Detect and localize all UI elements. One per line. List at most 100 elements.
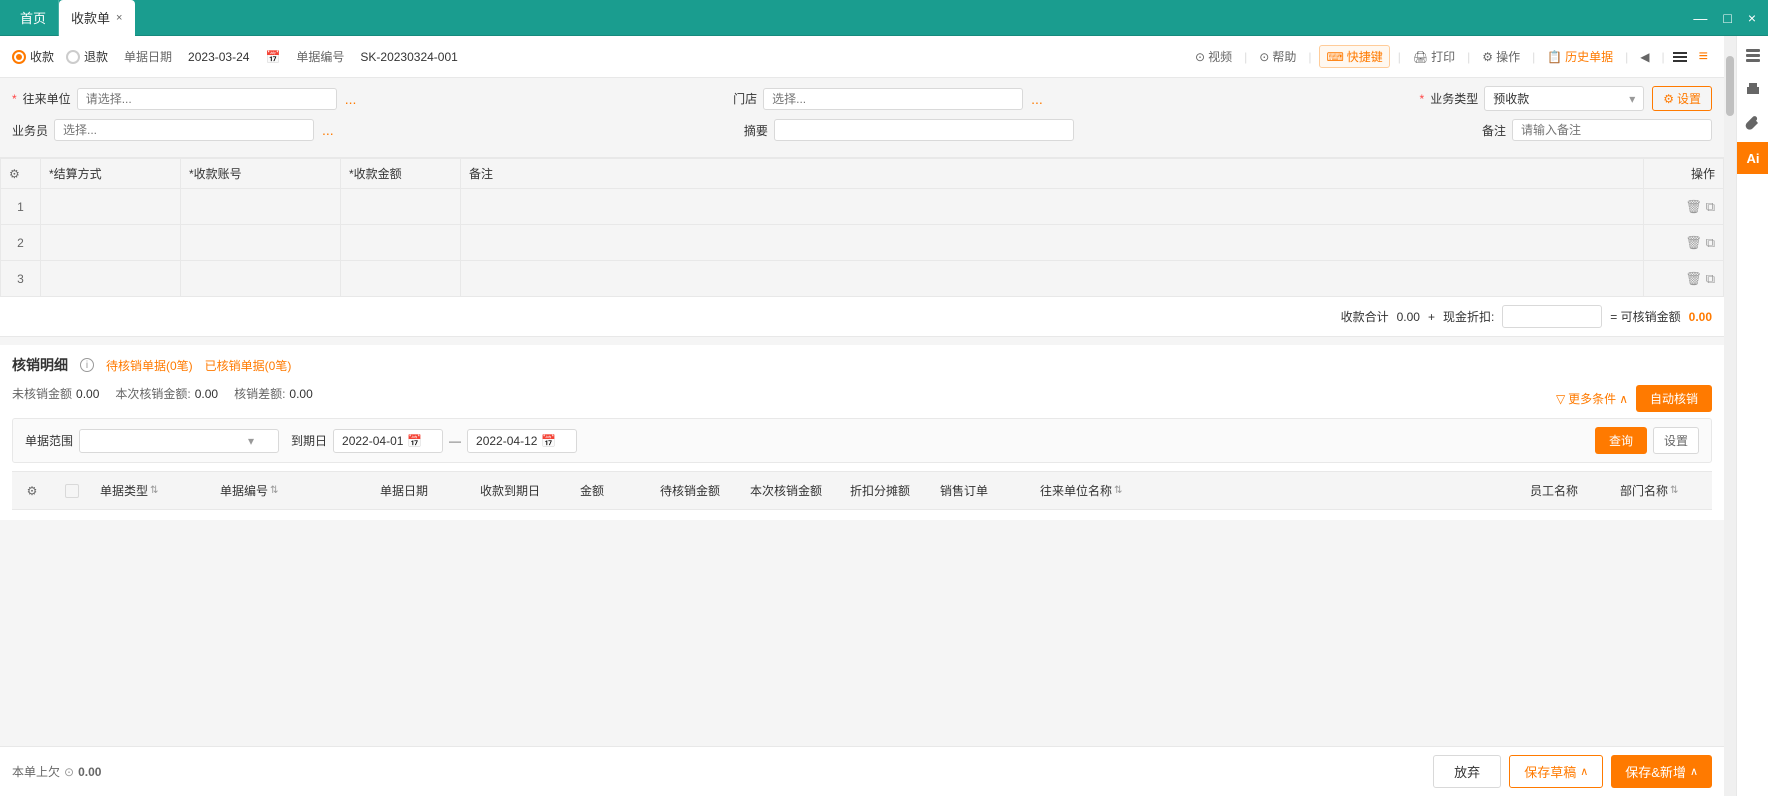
remark-3[interactable] xyxy=(461,261,1644,297)
store-label: 门店 xyxy=(733,90,757,107)
date-to-value: 2022-04-12 xyxy=(476,434,537,448)
amount-1[interactable] xyxy=(341,189,461,225)
sort-counterpart-icon[interactable]: ⇅ xyxy=(1114,485,1122,496)
print-btn[interactable]: 🖨 打印 xyxy=(1409,46,1459,67)
amount-3[interactable] xyxy=(341,261,461,297)
delete-icon-3[interactable]: 🗑 xyxy=(1685,271,1702,287)
range-label: 单据范围 xyxy=(25,432,73,449)
sidebar-table-icon[interactable] xyxy=(1737,40,1768,72)
unclear-value: 0.00 xyxy=(76,387,99,401)
save-new-btn[interactable]: 保存&新增 ∧ xyxy=(1611,755,1712,788)
info-icon[interactable]: i xyxy=(80,358,94,372)
store-input[interactable] xyxy=(763,88,1023,110)
done-tab[interactable]: 已核销单据(0笔) xyxy=(205,357,292,374)
copy-icon-2[interactable]: ⧉ xyxy=(1706,235,1715,251)
window-close-btn[interactable]: × xyxy=(1744,8,1760,28)
radio-dot-shoukuan xyxy=(12,50,26,64)
radio-tuikuan[interactable]: 退款 xyxy=(66,48,108,65)
settlement-1[interactable] xyxy=(41,189,181,225)
sort-bill-no-icon[interactable]: ⇅ xyxy=(270,485,278,496)
nav-tab-active[interactable]: 收款单 × xyxy=(59,0,135,36)
filter-settings-btn[interactable]: 设置 xyxy=(1653,427,1699,454)
date-from-input[interactable]: 2022-04-01 📅 xyxy=(333,429,443,453)
date-value: 2023-03-24 xyxy=(188,50,249,64)
account-3[interactable] xyxy=(181,261,341,297)
unclear-label: 未核销金额 xyxy=(12,385,72,402)
range-select[interactable]: ▾ xyxy=(79,429,279,453)
operations-btn[interactable]: ⚙ 操作 xyxy=(1478,46,1524,67)
th-account: *收款账号 xyxy=(181,159,341,189)
calendar-icon[interactable]: 📅 xyxy=(265,50,280,64)
filter-actions: 查询 设置 xyxy=(1595,427,1699,454)
settlement-2[interactable] xyxy=(41,225,181,261)
settings-btn[interactable]: ⚙ 设置 xyxy=(1652,86,1712,111)
biz-type-dropdown[interactable]: 预收款 ▾ xyxy=(1484,86,1644,111)
window-restore-btn[interactable]: □ xyxy=(1719,8,1735,28)
calendar-to-icon[interactable]: 📅 xyxy=(541,434,556,448)
date-to-input[interactable]: 2022-04-12 📅 xyxy=(467,429,577,453)
remark-input[interactable] xyxy=(1512,119,1712,141)
sidebar-print-icon[interactable] xyxy=(1737,74,1768,106)
shortcut-btn[interactable]: ⌨ 快捷键 xyxy=(1319,45,1389,68)
verify-stats: 未核销金额 0.00 本次核销金额: 0.00 核销差额: 0.00 xyxy=(12,385,313,402)
copy-icon-1[interactable]: ⧉ xyxy=(1706,199,1715,215)
radio-shoukuan[interactable]: 收款 xyxy=(12,48,54,65)
counterpart-input[interactable] xyxy=(77,88,337,110)
save-new-label: 保存&新增 xyxy=(1625,762,1686,781)
radio-group: 收款 退款 xyxy=(12,48,108,65)
remark-1[interactable] xyxy=(461,189,1644,225)
account-1[interactable] xyxy=(181,189,341,225)
help-btn[interactable]: ⊙ 帮助 xyxy=(1255,46,1300,67)
discard-btn[interactable]: 放弃 xyxy=(1433,755,1501,788)
th-due-date: 收款到期日 xyxy=(472,478,572,503)
menu-lines-icon[interactable] xyxy=(1673,52,1687,62)
query-btn[interactable]: 查询 xyxy=(1595,427,1647,454)
data-table: ⚙ *结算方式 *收款账号 *收款金额 备注 操作 1 xyxy=(0,158,1724,297)
top-nav: 首页 收款单 × — □ × xyxy=(0,0,1768,36)
verify-section: 核销明细 i 待核销单据(0笔) 已核销单据(0笔) 未核销金额 0.00 本次… xyxy=(0,345,1724,520)
salesperson-label: 业务员 xyxy=(12,122,48,139)
window-minimize-btn[interactable]: — xyxy=(1689,8,1711,28)
salesperson-input[interactable] xyxy=(54,119,314,141)
scroll-area xyxy=(1724,36,1736,796)
salesperson-dots-btn[interactable]: ... xyxy=(320,122,336,138)
store-dots-btn[interactable]: ... xyxy=(1029,91,1045,107)
history-btn[interactable]: 📋 历史单据 xyxy=(1543,46,1617,67)
prev-btn[interactable]: ◀ xyxy=(1636,48,1653,66)
nav-tab-home[interactable]: 首页 xyxy=(8,0,59,36)
select-all-checkbox[interactable] xyxy=(65,484,79,498)
th-bill-type: 单据类型 ⇅ xyxy=(92,478,212,503)
dropdown-arrow-icon: ▾ xyxy=(1629,92,1635,106)
th-gear-icon[interactable]: ⚙ xyxy=(27,484,38,498)
calendar-from-icon[interactable]: 📅 xyxy=(407,434,422,448)
delete-icon-2[interactable]: 🗑 xyxy=(1685,235,1702,251)
settlement-3[interactable] xyxy=(41,261,181,297)
sort-bill-type-icon[interactable]: ⇅ xyxy=(150,485,158,496)
close-tab-btn[interactable]: × xyxy=(116,12,122,24)
th-gear: ⚙ xyxy=(1,159,41,189)
save-new-arrow-icon: ∧ xyxy=(1690,765,1698,778)
save-draft-btn[interactable]: 保存草稿 ∧ xyxy=(1509,755,1603,788)
remark-2[interactable] xyxy=(461,225,1644,261)
auto-verify-btn[interactable]: 自动核销 xyxy=(1636,385,1712,412)
video-btn[interactable]: ⊙ 视频 xyxy=(1191,46,1236,67)
summary-input[interactable] xyxy=(774,119,1074,141)
delete-icon-1[interactable]: 🗑 xyxy=(1685,199,1702,215)
table-gear-icon[interactable]: ⚙ xyxy=(9,167,20,181)
th-amount: 金额 xyxy=(572,478,652,503)
account-2[interactable] xyxy=(181,225,341,261)
result-value: 0.00 xyxy=(1689,310,1712,324)
sidebar-ai-icon[interactable]: Ai xyxy=(1737,142,1768,174)
sidebar-attach-icon[interactable] xyxy=(1737,108,1768,140)
discount-input[interactable] xyxy=(1502,305,1602,328)
counterpart-dots-btn[interactable]: ... xyxy=(343,91,359,107)
expand-icon[interactable]: ≡ xyxy=(1695,46,1712,68)
copy-icon-3[interactable]: ⧉ xyxy=(1706,271,1715,287)
pending-tab[interactable]: 待核销单据(0笔) xyxy=(106,357,193,374)
form-area: * 往来单位 ... 门店 ... * 业务类型 预收款 ▾ ⚙ xyxy=(0,78,1724,158)
this-doc-icon[interactable]: ⊙ xyxy=(64,765,74,779)
amount-2[interactable] xyxy=(341,225,461,261)
scroll-thumb[interactable] xyxy=(1726,56,1734,116)
more-conditions-btn[interactable]: ▽ 更多条件 ∧ xyxy=(1556,390,1628,407)
sort-dept-icon[interactable]: ⇅ xyxy=(1670,485,1678,496)
